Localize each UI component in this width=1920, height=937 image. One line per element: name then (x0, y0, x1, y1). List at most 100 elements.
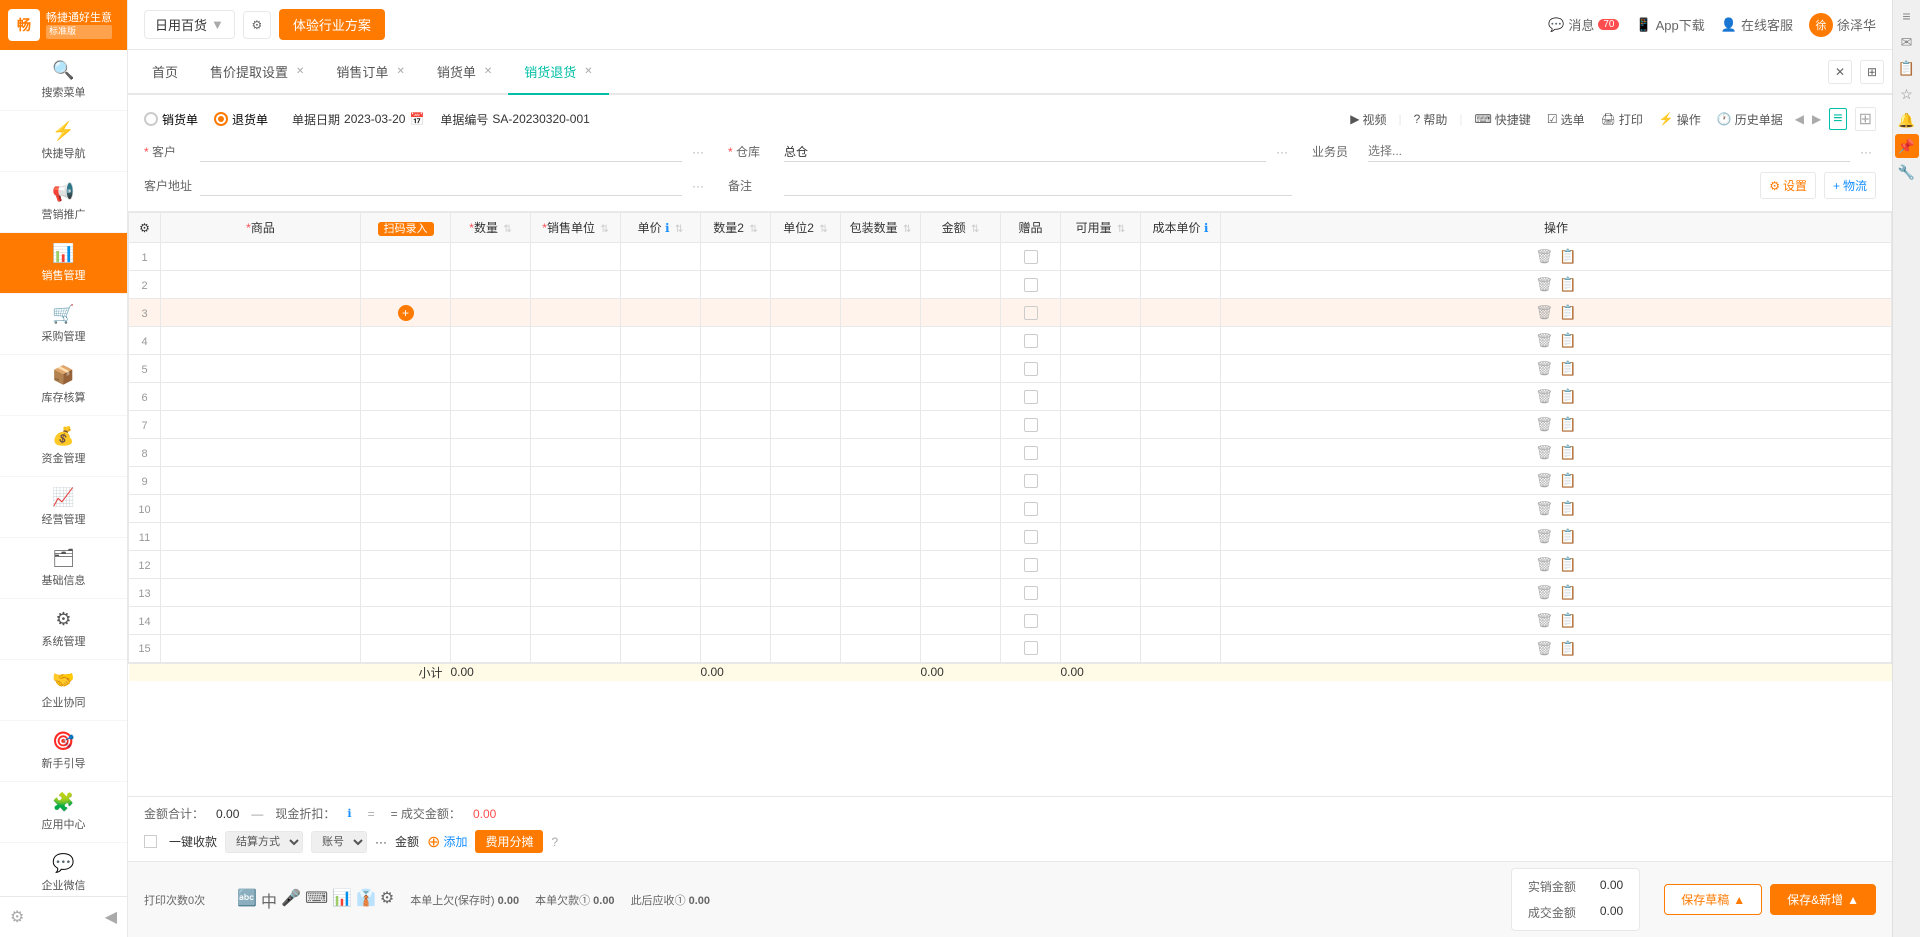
row-gift-3[interactable] (1001, 299, 1061, 327)
nav-prev-icon[interactable]: ◀ (1795, 112, 1804, 126)
row-cost-unit-9[interactable] (1141, 467, 1221, 495)
row-amount-6[interactable] (921, 383, 1001, 411)
history-btn[interactable]: 🕐 历史单据 (1713, 109, 1787, 130)
tool-icon-3[interactable]: 🎤 (281, 888, 301, 912)
rp-icon-5[interactable]: 🔔 (1895, 108, 1919, 132)
row-unit2-2[interactable] (771, 271, 841, 299)
row-qty-7[interactable] (451, 411, 531, 439)
row-cost-unit-10[interactable] (1141, 495, 1221, 523)
row-cost-unit-12[interactable] (1141, 551, 1221, 579)
row-amount-4[interactable] (921, 327, 1001, 355)
row-available-11[interactable] (1061, 523, 1141, 551)
row-copy-icon-6[interactable]: 📋 (1559, 388, 1576, 405)
row-qty-1[interactable] (451, 243, 531, 271)
row-copy-icon-9[interactable]: 📋 (1559, 472, 1576, 489)
row-available-8[interactable] (1061, 439, 1141, 467)
row-unit-price-11[interactable] (621, 523, 701, 551)
sidebar-item-basic[interactable]: 🗂 基础信息 (0, 538, 127, 599)
row-delete-icon-3[interactable]: 🗑 (1535, 304, 1553, 321)
gift-checkbox-6[interactable] (1024, 390, 1038, 404)
operate-btn[interactable]: ⚡ 操作 (1655, 109, 1705, 130)
row-delete-icon-11[interactable]: 🗑 (1535, 528, 1553, 545)
row-qty-11[interactable] (451, 523, 531, 551)
row-product-12[interactable] (161, 551, 361, 579)
col-sale-unit-sort[interactable]: ⇅ (600, 224, 608, 235)
row-available-14[interactable] (1061, 607, 1141, 635)
row-qty2-11[interactable] (701, 523, 771, 551)
row-gift-2[interactable] (1001, 271, 1061, 299)
row-cost-unit-5[interactable] (1141, 355, 1221, 383)
row-gift-11[interactable] (1001, 523, 1061, 551)
unit-price-tip-icon[interactable]: ℹ (665, 221, 670, 235)
gift-checkbox-14[interactable] (1024, 614, 1038, 628)
add-payment-btn[interactable]: ⊕ 添加 (427, 832, 467, 852)
trial-btn[interactable]: 体验行业方案 (279, 9, 385, 40)
logistics-btn[interactable]: + 物流 (1824, 172, 1876, 199)
row-product-10[interactable] (161, 495, 361, 523)
sidebar-collapse-icon[interactable]: ◀ (105, 907, 117, 927)
print-btn[interactable]: 🖨 打印 (1597, 109, 1647, 130)
product-input-3[interactable] (167, 306, 354, 320)
gift-checkbox-12[interactable] (1024, 558, 1038, 572)
row-cost-unit-13[interactable] (1141, 579, 1221, 607)
row-delete-icon-10[interactable]: 🗑 (1535, 500, 1553, 517)
row-sale-unit-8[interactable] (531, 439, 621, 467)
row-product-13[interactable] (161, 579, 361, 607)
row-gift-9[interactable] (1001, 467, 1061, 495)
save-new-btn[interactable]: 保存&新增 ▲ (1770, 884, 1876, 915)
row-sale-unit-2[interactable] (531, 271, 621, 299)
gift-checkbox-10[interactable] (1024, 502, 1038, 516)
row-unit-price-15[interactable] (621, 635, 701, 663)
row-sale-unit-15[interactable] (531, 635, 621, 663)
row-pack-qty-13[interactable] (841, 579, 921, 607)
row-amount-10[interactable] (921, 495, 1001, 523)
topbar-settings-btn[interactable]: ⚙ (243, 11, 271, 39)
row-available-6[interactable] (1061, 383, 1141, 411)
col-pack-qty-sort[interactable]: ⇅ (903, 224, 911, 235)
row-pack-qty-10[interactable] (841, 495, 921, 523)
row-gift-1[interactable] (1001, 243, 1061, 271)
rp-icon-7[interactable]: 🔧 (1895, 160, 1919, 184)
row-unit-price-14[interactable] (621, 607, 701, 635)
row-unit2-15[interactable] (771, 635, 841, 663)
row-qty2-10[interactable] (701, 495, 771, 523)
tool-icon-1[interactable]: 🔤 (237, 888, 257, 912)
message-btn[interactable]: 💬 消息 70 (1548, 15, 1619, 34)
row-cost-unit-1[interactable] (1141, 243, 1221, 271)
sidebar-item-guide[interactable]: 🎯 新手引导 (0, 721, 127, 782)
row-pack-qty-7[interactable] (841, 411, 921, 439)
row-amount-1[interactable] (921, 243, 1001, 271)
row-pack-qty-11[interactable] (841, 523, 921, 551)
row-sale-unit-1[interactable] (531, 243, 621, 271)
row-amount-9[interactable] (921, 467, 1001, 495)
split-help-icon[interactable]: ? (551, 835, 558, 849)
row-unit2-10[interactable] (771, 495, 841, 523)
row-gift-15[interactable] (1001, 635, 1061, 663)
add-row-btn[interactable]: + (398, 305, 414, 321)
remark-input[interactable] (784, 175, 1292, 196)
row-qty2-6[interactable] (701, 383, 771, 411)
row-amount-5[interactable] (921, 355, 1001, 383)
row-sale-unit-10[interactable] (531, 495, 621, 523)
rp-icon-4[interactable]: ☆ (1895, 82, 1919, 106)
calc-method-select[interactable]: 结算方式 (225, 831, 303, 853)
row-product-7[interactable] (161, 411, 361, 439)
row-unit-price-3[interactable] (621, 299, 701, 327)
tab-maximize-btn[interactable]: ⊞ (1860, 60, 1884, 84)
row-sale-unit-4[interactable] (531, 327, 621, 355)
row-unit-price-6[interactable] (621, 383, 701, 411)
row-qty2-15[interactable] (701, 635, 771, 663)
staff-input[interactable] (1368, 141, 1850, 162)
row-cost-unit-7[interactable] (1141, 411, 1221, 439)
row-product-3[interactable] (161, 299, 361, 327)
nav-next-icon[interactable]: ▶ (1812, 112, 1821, 126)
row-sale-unit-12[interactable] (531, 551, 621, 579)
industry-select[interactable]: 日用百货 ▼ (144, 10, 235, 39)
row-unit-price-5[interactable] (621, 355, 701, 383)
row-unit2-4[interactable] (771, 327, 841, 355)
row-delete-icon-6[interactable]: 🗑 (1535, 388, 1553, 405)
row-cost-unit-4[interactable] (1141, 327, 1221, 355)
gift-checkbox-5[interactable] (1024, 362, 1038, 376)
row-delete-icon-12[interactable]: 🗑 (1535, 556, 1553, 573)
row-copy-icon-10[interactable]: 📋 (1559, 500, 1576, 517)
